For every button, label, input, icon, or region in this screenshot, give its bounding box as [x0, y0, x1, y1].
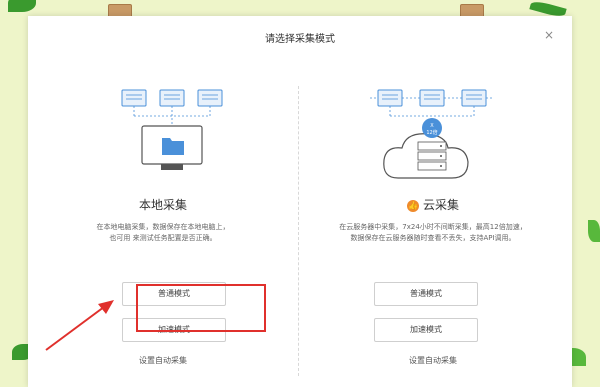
cloud-mode-title: 👍 云采集 [298, 196, 568, 213]
cloud-desc-line2: 数据保存在云服务器随时查看不丢失，支持API调用。 [350, 234, 516, 242]
cloud-normal-mode-button[interactable]: 普通模式 [374, 282, 478, 306]
speed-badge-bottom: 12倍 [426, 129, 437, 136]
speed-badge-top: X [430, 123, 434, 129]
cloud-mode-title-text: 云采集 [422, 198, 459, 212]
leaf-decoration [588, 220, 600, 242]
highlight-box [136, 284, 266, 332]
leaf-decoration [8, 0, 36, 12]
local-collection-illustration [121, 89, 223, 170]
cloud-mode-description: 在云服务器中采集，7x24小时不间断采集，最高12倍加速， 数据保存在云服务器随… [308, 222, 558, 244]
local-mode-title: 本地采集 [138, 198, 187, 212]
cloud-auto-collect-link[interactable]: 设置自动采集 [298, 355, 568, 366]
local-desc-line2: 也可用 来测试任务配置是否正确。 [109, 234, 217, 242]
local-auto-collect-link[interactable]: 设置自动采集 [28, 355, 298, 366]
annotation-arrow [45, 300, 114, 351]
cloud-accel-mode-button[interactable]: 加速模式 [374, 318, 478, 342]
local-mode-description: 在本地电脑采集，数据保存在本地电脑上， 也可用 来测试任务配置是否正确。 [38, 222, 288, 244]
thumbs-up-icon: 👍 [406, 199, 419, 212]
cloud-collection-illustration: X 12倍 [370, 89, 494, 179]
cloud-desc-line1: 在云服务器中采集，7x24小时不间断采集，最高12倍加速， [339, 223, 527, 231]
local-desc-line1: 在本地电脑采集，数据保存在本地电脑上， [96, 223, 230, 231]
cloud-mode-panel: X 12倍 👍 云采集 在云服务器中采集，7x24小时不间断采集，最高12倍加速，… [298, 16, 568, 387]
